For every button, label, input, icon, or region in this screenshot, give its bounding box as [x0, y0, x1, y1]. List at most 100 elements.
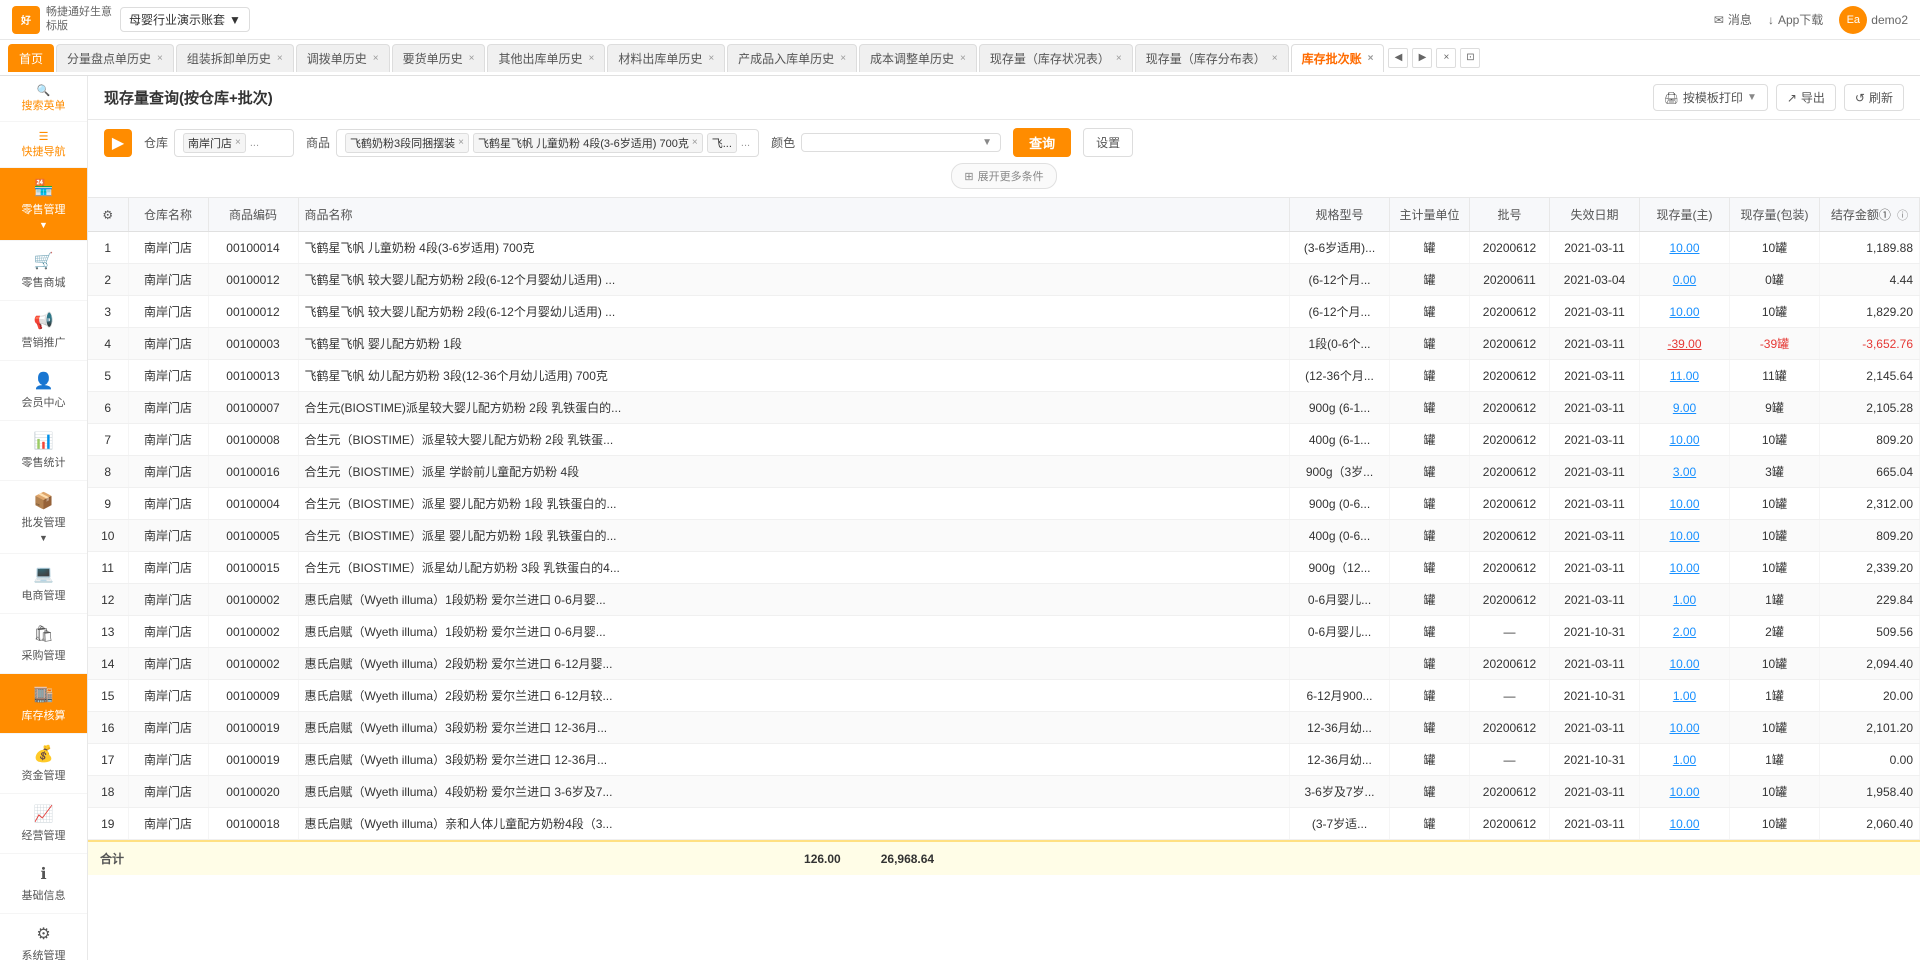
tab-3[interactable]: 调拨单历史 ×: [296, 44, 390, 72]
tab-10[interactable]: 现存量（库存分布表） ×: [1135, 44, 1289, 72]
product-tag-2-remove[interactable]: ×: [692, 137, 698, 148]
query-button[interactable]: 查询: [1013, 128, 1071, 157]
mall-icon: 🛒: [34, 251, 54, 271]
row-name: 合生元（BIOSTIME）派星幼儿配方奶粉 3段 乳铁蛋白的4...: [298, 552, 1290, 584]
row-qty-main[interactable]: 10.00: [1640, 424, 1730, 456]
export-button[interactable]: ↗ 导出: [1776, 84, 1836, 111]
row-qty-main[interactable]: 10.00: [1640, 712, 1730, 744]
tab-4[interactable]: 要货单历史 ×: [392, 44, 486, 72]
settings-icon: ⚙: [102, 208, 113, 222]
row-qty-main[interactable]: 1.00: [1640, 744, 1730, 776]
row-qty-main[interactable]: 3.00: [1640, 456, 1730, 488]
row-warehouse: 南岸门店: [128, 232, 208, 264]
sidebar-item-member[interactable]: 👤 会员中心: [0, 361, 87, 421]
tab-2[interactable]: 组装拆卸单历史 ×: [176, 44, 294, 72]
tab-7-close[interactable]: ×: [840, 53, 846, 64]
tab-7[interactable]: 产成品入库单历史 ×: [727, 44, 857, 72]
color-input[interactable]: ▼: [801, 133, 1001, 152]
tab-9-close[interactable]: ×: [1116, 53, 1122, 64]
sidebar-item-retail-mall[interactable]: 🛒 零售商城: [0, 241, 87, 301]
tab-5[interactable]: 其他出库单历史 ×: [487, 44, 605, 72]
sidebar-item-retail-mgmt[interactable]: 🏪 零售管理 ▼: [0, 168, 87, 241]
row-qty-main[interactable]: -39.00: [1640, 328, 1730, 360]
tab-3-close[interactable]: ×: [373, 53, 379, 64]
warehouse-more[interactable]: ...: [250, 137, 259, 149]
sidebar-nav[interactable]: ☰ 快捷导航: [0, 122, 87, 168]
tab-1-close[interactable]: ×: [157, 53, 163, 64]
row-qty-pkg: 11罐: [1730, 360, 1820, 392]
sidebar-item-system[interactable]: ⚙ 系统管理: [0, 914, 87, 960]
sidebar-item-finance[interactable]: 💰 资金管理: [0, 734, 87, 794]
print-button[interactable]: 🖨 按模板打印 ▼: [1653, 84, 1768, 111]
tab-5-close[interactable]: ×: [588, 53, 594, 64]
sidebar-item-wholesale[interactable]: 📦 批发管理 ▼: [0, 481, 87, 554]
row-qty-main[interactable]: 0.00: [1640, 264, 1730, 296]
tab-1[interactable]: 分量盘点单历史 ×: [56, 44, 174, 72]
tab-4-close[interactable]: ×: [469, 53, 475, 64]
settings-button[interactable]: 设置: [1083, 128, 1133, 157]
sidebar-item-ecommerce[interactable]: 💻 电商管理: [0, 554, 87, 614]
row-batch: 20200612: [1470, 648, 1550, 680]
tab-nav-right[interactable]: ▶: [1412, 48, 1432, 68]
tab-home[interactable]: 首页: [8, 44, 54, 72]
row-qty-main[interactable]: 1.00: [1640, 584, 1730, 616]
app-download-button[interactable]: ↓ App下载: [1768, 11, 1823, 28]
col-header-settings[interactable]: ⚙: [88, 198, 128, 232]
row-warehouse: 南岸门店: [128, 584, 208, 616]
sidebar-item-basic-info[interactable]: ℹ 基础信息: [0, 854, 87, 914]
warehouse-tag-remove[interactable]: ×: [235, 137, 241, 148]
row-balance: 665.04: [1820, 456, 1920, 488]
row-qty-main[interactable]: 10.00: [1640, 520, 1730, 552]
tab-nav-left[interactable]: ◀: [1388, 48, 1408, 68]
warehouse-input[interactable]: 南岸门店 × ...: [174, 129, 294, 157]
row-qty-main[interactable]: 10.00: [1640, 488, 1730, 520]
product-more[interactable]: ...: [741, 137, 750, 149]
sidebar-search[interactable]: 🔍 搜索英单: [0, 76, 87, 122]
row-unit: 罐: [1390, 424, 1470, 456]
row-name: 合生元（BIOSTIME）派星 婴儿配方奶粉 1段 乳铁蛋白的...: [298, 488, 1290, 520]
company-select[interactable]: 母婴行业演示账套 ▼: [120, 7, 250, 32]
product-input[interactable]: 飞鹤奶粉3段同捆摆装 × 飞鹤星飞帆 儿童奶粉 4段(3-6岁适用) 700克 …: [336, 129, 759, 157]
row-qty-main[interactable]: 10.00: [1640, 552, 1730, 584]
user-area[interactable]: Ea demo2: [1839, 6, 1908, 34]
tab-6-close[interactable]: ×: [708, 53, 714, 64]
tab-11-close[interactable]: ×: [1368, 53, 1374, 64]
tab-2-close[interactable]: ×: [277, 53, 283, 64]
row-qty-main[interactable]: 10.00: [1640, 808, 1730, 840]
tab-8-close[interactable]: ×: [960, 53, 966, 64]
row-qty-main[interactable]: 2.00: [1640, 616, 1730, 648]
row-batch: 20200612: [1470, 328, 1550, 360]
basic-icon: ℹ: [40, 864, 46, 884]
sidebar-item-marketing[interactable]: 📢 营销推广: [0, 301, 87, 361]
row-qty-main[interactable]: 11.00: [1640, 360, 1730, 392]
warehouse-tag: 南岸门店 ×: [183, 133, 246, 153]
row-qty-pkg: 9罐: [1730, 392, 1820, 424]
tab-6[interactable]: 材料出库单历史 ×: [607, 44, 725, 72]
toggle-button[interactable]: ▶: [104, 129, 132, 157]
tab-11[interactable]: 库存批次账 ×: [1291, 44, 1385, 72]
sidebar-item-operation[interactable]: 📈 经营管理: [0, 794, 87, 854]
sidebar-item-inventory[interactable]: 🏬 库存核算: [0, 674, 87, 734]
row-name: 飞鹤星飞帆 婴儿配方奶粉 1段: [298, 328, 1290, 360]
tab-expand[interactable]: ⊡: [1460, 48, 1480, 68]
sidebar-item-retail-stats[interactable]: 📊 零售统计: [0, 421, 87, 481]
message-button[interactable]: ✉ 消息: [1714, 11, 1752, 28]
tab-close-all[interactable]: ×: [1436, 48, 1456, 68]
col-header-unit: 主计量单位: [1390, 198, 1470, 232]
refresh-button[interactable]: ↺ 刷新: [1844, 84, 1904, 111]
row-qty-main[interactable]: 9.00: [1640, 392, 1730, 424]
sidebar-item-purchase[interactable]: 🛍 采购管理: [0, 614, 87, 674]
row-qty-main[interactable]: 1.00: [1640, 680, 1730, 712]
row-warehouse: 南岸门店: [128, 328, 208, 360]
product-tag-1-remove[interactable]: ×: [458, 137, 464, 148]
info-icon[interactable]: ⓘ: [1897, 210, 1908, 222]
tab-8[interactable]: 成本调整单历史 ×: [859, 44, 977, 72]
row-qty-main[interactable]: 10.00: [1640, 776, 1730, 808]
tab-10-close[interactable]: ×: [1272, 53, 1278, 64]
tab-9[interactable]: 现存量（库存状况表） ×: [979, 44, 1133, 72]
expand-conditions-button[interactable]: ⊞ 展开更多条件: [951, 163, 1056, 189]
row-batch: 20200612: [1470, 584, 1550, 616]
row-qty-main[interactable]: 10.00: [1640, 232, 1730, 264]
row-qty-main[interactable]: 10.00: [1640, 648, 1730, 680]
row-qty-main[interactable]: 10.00: [1640, 296, 1730, 328]
